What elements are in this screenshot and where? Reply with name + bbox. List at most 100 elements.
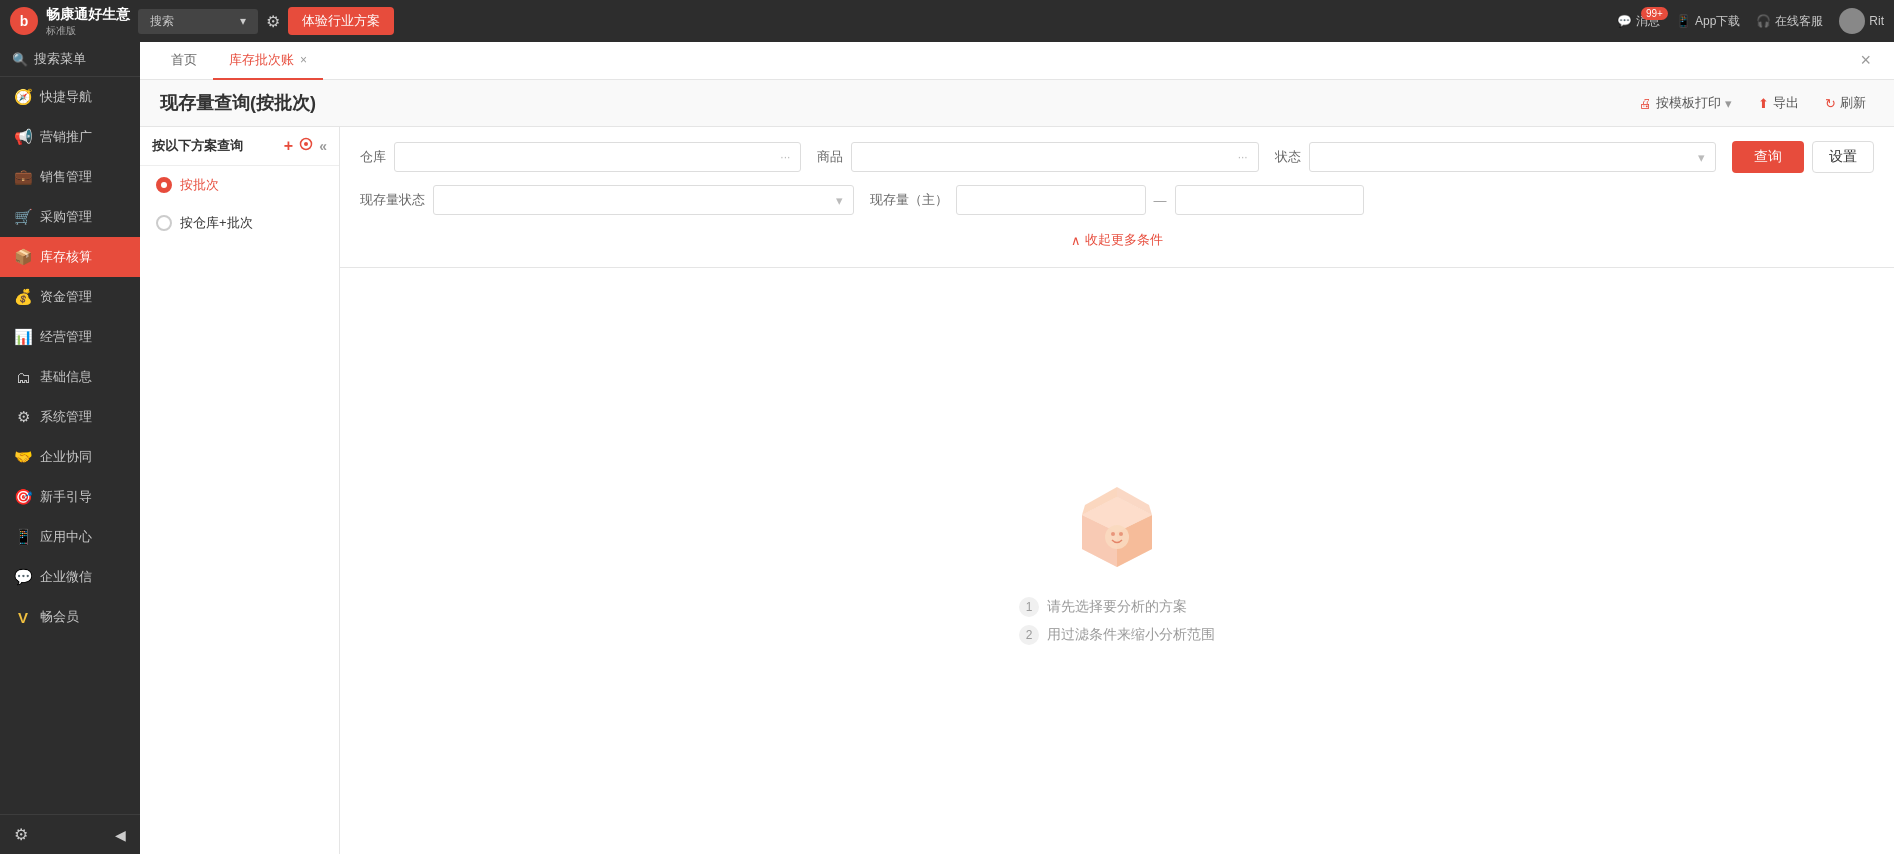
print-btn[interactable]: 🖨 按模板打印 ▾ — [1631, 90, 1740, 116]
body-panels: 按以下方案查询 + « — [140, 127, 1894, 854]
tab-close-btn[interactable]: × — [300, 53, 307, 67]
print-chevron-icon: ▾ — [1725, 96, 1732, 111]
topbar: b 畅康通好生意 标准版 搜索 ▾ ⚙ 体验行业方案 💬 消息 99+ 📱 Ap… — [0, 0, 1894, 42]
page-actions: 🖨 按模板打印 ▾ ⬆ 导出 ↻ 刷新 — [1631, 90, 1874, 116]
collapse-filters-btn[interactable]: ∧ 收起更多条件 — [360, 227, 1874, 253]
filter-row-1: 仓库 ··· 商品 — [360, 141, 1874, 173]
sidebar-settings-icon[interactable]: ⚙ — [14, 825, 28, 844]
topbar-gear-icon[interactable]: ⚙ — [266, 12, 280, 31]
sidebar-item-system[interactable]: ⚙ 系统管理 — [0, 397, 140, 437]
sidebar-item-enterprise-wechat[interactable]: 💬 企业微信 — [0, 557, 140, 597]
qty-range: — — [956, 185, 1364, 215]
sidebar-item-enterprise-collab[interactable]: 🤝 企业协同 — [0, 437, 140, 477]
warehouse-more-icon: ··· — [780, 150, 790, 164]
message-icon: 💬 — [1617, 14, 1632, 28]
refresh-icon: ↻ — [1825, 96, 1836, 111]
left-panel: 按以下方案查询 + « — [140, 127, 340, 854]
filter-inventory-qty: 现存量（主） — — [870, 185, 1364, 215]
sidebar-item-new-guide[interactable]: 🎯 新手引导 — [0, 477, 140, 517]
scheme-item-by-batch[interactable]: 按批次 — [140, 166, 339, 204]
trial-button[interactable]: 体验行业方案 — [288, 7, 394, 35]
qty-from-input[interactable] — [956, 185, 1146, 215]
sidebar-item-finance[interactable]: 💰 资金管理 — [0, 277, 140, 317]
status-select[interactable]: ▾ — [1309, 142, 1716, 172]
sidebar-item-inventory[interactable]: 📦 库存核算 — [0, 237, 140, 277]
layout: 🔍 搜索菜单 🧭 快捷导航 📢 营销推广 💼 销售管理 🛒 采购管理 📦 库存核… — [0, 42, 1894, 854]
sidebar-item-marketing[interactable]: 📢 营销推广 — [0, 117, 140, 157]
filter-inventory-status: 现存量状态 ▾ — [360, 185, 854, 215]
sidebar-item-vip-member[interactable]: V 畅会员 — [0, 597, 140, 637]
sidebar-item-basic[interactable]: 🗂 基础信息 — [0, 357, 140, 397]
right-content: 首页 库存批次账 × × 现存量查询(按批次) 🖨 按模板打印 — [140, 42, 1894, 854]
sidebar-item-sales[interactable]: 💼 销售管理 — [0, 157, 140, 197]
operations-icon: 📊 — [14, 328, 32, 346]
refresh-btn[interactable]: ↻ 刷新 — [1817, 90, 1874, 116]
basic-icon: 🗂 — [14, 368, 32, 386]
avatar — [1839, 8, 1865, 34]
collapse-icon: ∧ — [1071, 233, 1081, 248]
sidebar-item-operations[interactable]: 📊 经营管理 — [0, 317, 140, 357]
topbar-search[interactable]: 搜索 ▾ — [138, 9, 258, 34]
sidebar-item-app-center[interactable]: 📱 应用中心 — [0, 517, 140, 557]
export-btn[interactable]: ⬆ 导出 — [1750, 90, 1807, 116]
radio-by-warehouse-batch — [156, 215, 172, 231]
tab-close-all-btn[interactable]: × — [1852, 50, 1879, 71]
phone-icon: 📱 — [1676, 14, 1691, 28]
product-input[interactable]: ··· — [851, 142, 1258, 172]
wechat-icon: 💬 — [14, 568, 32, 586]
content-area: 1 请先选择要分析的方案 2 用过滤条件来缩小分析范围 — [340, 268, 1894, 854]
online-service-btn[interactable]: 🎧 在线客服 — [1756, 13, 1823, 30]
chevron-down-status-icon: ▾ — [1698, 150, 1705, 165]
left-panel-collapse-btn[interactable]: « — [319, 138, 327, 154]
qty-to-input[interactable] — [1175, 185, 1365, 215]
sales-icon: 💼 — [14, 168, 32, 186]
printer-icon: 🖨 — [1639, 96, 1652, 111]
sidebar-collapse-icon[interactable]: ◀ — [115, 827, 126, 843]
sidebar-item-quick-nav[interactable]: 🧭 快捷导航 — [0, 77, 140, 117]
main-area: 首页 库存批次账 × × 现存量查询(按批次) 🖨 按模板打印 — [140, 42, 1894, 854]
radio-by-batch — [156, 177, 172, 193]
svg-point-10 — [1119, 532, 1123, 536]
filter-warehouse: 仓库 ··· — [360, 142, 801, 172]
user-avatar[interactable]: Rit — [1839, 8, 1884, 34]
query-button[interactable]: 查询 — [1732, 141, 1804, 173]
settings-button[interactable]: 设置 — [1812, 141, 1874, 173]
left-panel-actions: + « — [284, 137, 327, 155]
quick-nav-icon: 🧭 — [14, 88, 32, 106]
marketing-icon: 📢 — [14, 128, 32, 146]
inventory-icon: 📦 — [14, 248, 32, 266]
filter-status: 状态 ▾ — [1275, 142, 1716, 172]
purchase-icon: 🛒 — [14, 208, 32, 226]
svg-point-8 — [1105, 525, 1129, 549]
guide-icon: 🎯 — [14, 488, 32, 506]
empty-hint-2: 2 用过滤条件来缩小分析范围 — [1019, 625, 1215, 645]
filter-product: 商品 ··· — [817, 142, 1258, 172]
filter-row-2: 现存量状态 ▾ 现存量（主） — [360, 185, 1874, 215]
tab-home[interactable]: 首页 — [155, 42, 213, 80]
vip-icon: V — [14, 608, 32, 626]
empty-hint-1: 1 请先选择要分析的方案 — [1019, 597, 1215, 617]
chevron-down-icon: ▾ — [240, 14, 246, 28]
app-download-btn[interactable]: 📱 App下载 — [1676, 13, 1740, 30]
empty-hints: 1 请先选择要分析的方案 2 用过滤条件来缩小分析范围 — [1019, 597, 1215, 645]
app-logo: b — [10, 7, 38, 35]
collab-icon: 🤝 — [14, 448, 32, 466]
filter-area: 仓库 ··· 商品 — [340, 127, 1894, 268]
sidebar: 🔍 搜索菜单 🧭 快捷导航 📢 营销推广 💼 销售管理 🛒 采购管理 📦 库存核… — [0, 42, 140, 854]
left-panel-header: 按以下方案查询 + « — [140, 127, 339, 166]
sidebar-search[interactable]: 🔍 搜索菜单 — [0, 42, 140, 77]
tabbar: 首页 库存批次账 × × — [140, 42, 1894, 80]
scheme-item-by-warehouse-batch[interactable]: 按仓库+批次 — [140, 204, 339, 242]
export-icon: ⬆ — [1758, 96, 1769, 111]
message-btn[interactable]: 💬 消息 99+ — [1617, 13, 1660, 30]
sidebar-item-purchase[interactable]: 🛒 采购管理 — [0, 197, 140, 237]
tab-batch-account[interactable]: 库存批次账 × — [213, 42, 323, 80]
page-header: 现存量查询(按批次) 🖨 按模板打印 ▾ ⬆ 导出 ↻ — [140, 80, 1894, 127]
add-scheme-btn[interactable]: + — [284, 137, 293, 155]
topbar-right: 💬 消息 99+ 📱 App下载 🎧 在线客服 Rit — [1617, 8, 1884, 34]
inventory-status-select[interactable]: ▾ — [433, 185, 854, 215]
scheme-settings-btn[interactable] — [299, 137, 313, 155]
warehouse-input[interactable]: ··· — [394, 142, 801, 172]
system-icon: ⚙ — [14, 408, 32, 426]
page-title: 现存量查询(按批次) — [160, 91, 316, 115]
